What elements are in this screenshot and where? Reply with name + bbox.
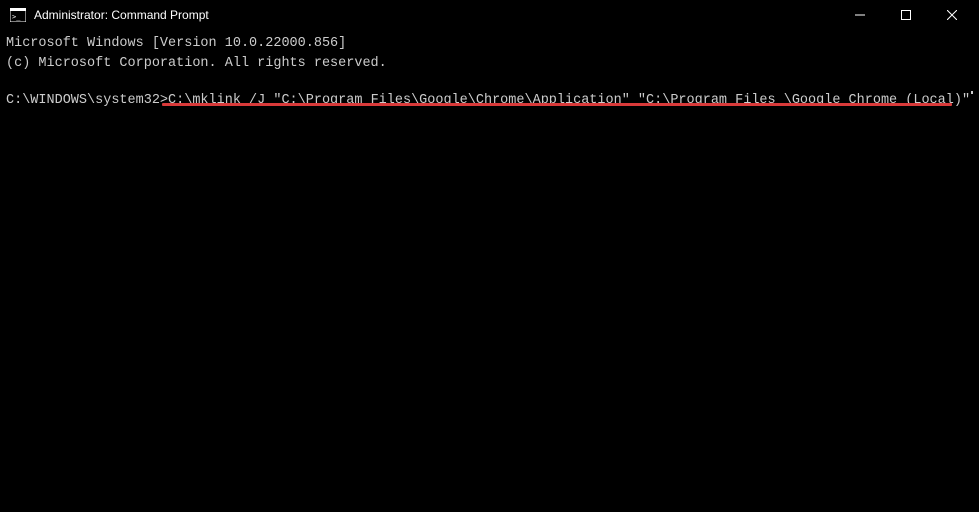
terminal-output[interactable]: Microsoft Windows [Version 10.0.22000.85…	[0, 30, 979, 114]
title-bar: >_ Administrator: Command Prompt	[0, 0, 979, 30]
command-line: C:\WINDOWS\system32>C:\mklink /J "C:\Pro…	[6, 91, 973, 111]
cursor	[971, 91, 973, 94]
command-text: C:\mklink /J "C:\Program Files\Google\Ch…	[168, 91, 970, 111]
blank-line	[6, 73, 973, 91]
highlight-underline	[162, 103, 952, 106]
close-button[interactable]	[929, 0, 975, 30]
version-line: Microsoft Windows [Version 10.0.22000.85…	[6, 34, 973, 54]
cmd-icon: >_	[10, 8, 26, 22]
window-title: Administrator: Command Prompt	[34, 8, 837, 22]
svg-text:>_: >_	[12, 13, 21, 21]
minimize-button[interactable]	[837, 0, 883, 30]
copyright-line: (c) Microsoft Corporation. All rights re…	[6, 54, 973, 74]
maximize-button[interactable]	[883, 0, 929, 30]
prompt-text: C:\WINDOWS\system32>	[6, 91, 168, 111]
window-controls	[837, 0, 975, 30]
